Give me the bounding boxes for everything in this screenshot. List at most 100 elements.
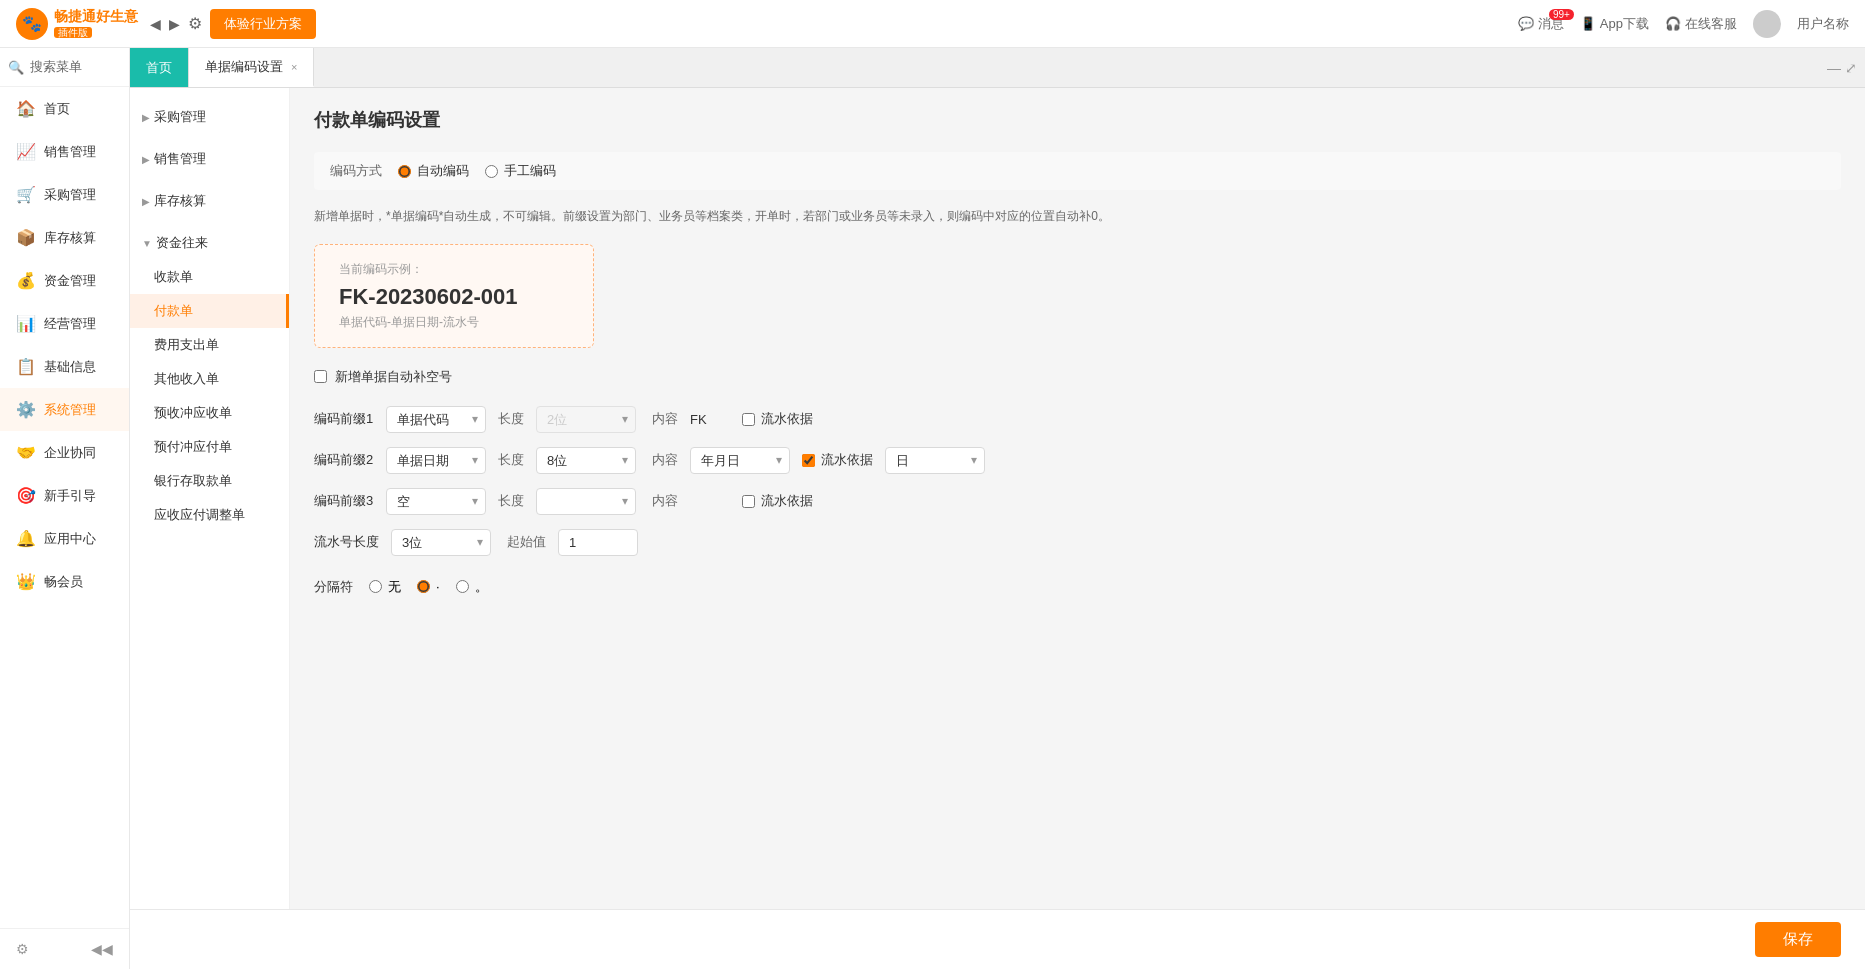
sidebar-item-label: 企业协同 [44,444,96,462]
minimize-icon[interactable]: — [1827,60,1841,76]
sub-nav-expense[interactable]: 费用支出单 [130,328,289,362]
sidebar-item-cooperation[interactable]: 🤝 企业协同 [0,431,129,474]
online-service-button[interactable]: 🎧 在线客服 [1665,15,1737,33]
sub-nav-payment[interactable]: 付款单 [130,294,289,328]
prefix1-serial-label: 流水依据 [761,410,813,428]
separator-none-option[interactable]: 无 [369,578,401,596]
encoding-prefix2-row: 编码前缀2 单据日期 长度 8位 内容 [314,447,1841,474]
sidebar-item-guide[interactable]: 🎯 新手引导 [0,474,129,517]
separator-period-label: 。 [475,578,488,596]
sidebar-item-apps[interactable]: 🔔 应用中心 [0,517,129,560]
sidebar-item-label: 库存核算 [44,229,96,247]
maximize-icon[interactable]: ⤢ [1845,60,1857,76]
sidebar-item-label: 首页 [44,100,70,118]
prefix3-serial-checkbox[interactable] [742,495,755,508]
sub-nav-bank-deposit[interactable]: 银行存取款单 [130,464,289,498]
prefix2-length-label: 长度 [498,451,524,469]
sidebar-item-finance[interactable]: 💰 资金管理 [0,259,129,302]
tab-encoding-settings[interactable]: 单据编码设置 × [189,48,314,87]
prefix2-content-select[interactable]: 年月日 [690,447,790,474]
apps-icon: 🔔 [16,529,36,548]
auto-fill-checkbox[interactable] [314,370,327,383]
prefix3-select[interactable]: 空 [386,488,486,515]
message-button[interactable]: 💬 消息 99+ [1518,15,1564,33]
chevron-down-icon: ▼ [142,238,152,249]
brand-text: 畅捷通好生意 插件版 [54,7,138,41]
start-value-input[interactable] [558,529,638,556]
sidebar-item-home[interactable]: 🏠 首页 [0,87,129,130]
separator-period-option[interactable]: 。 [456,578,488,596]
sub-nav-receipt[interactable]: 收款单 [130,260,289,294]
separator-label: 分隔符 [314,578,353,596]
settings-icon[interactable]: ⚙ [188,14,202,33]
sub-nav-sales[interactable]: ▶ 销售管理 [130,142,289,176]
auto-encoding-radio[interactable] [398,165,411,178]
prefix2-serial-label: 流水依据 [821,451,873,469]
headset-icon: 🎧 [1665,16,1681,31]
sub-nav-purchase[interactable]: ▶ 采购管理 [130,100,289,134]
sidebar-collapse-button[interactable]: ◀◀ [91,941,113,957]
tab-active-label: 单据编码设置 [205,58,283,76]
sidebar-item-system[interactable]: ⚙️ 系统管理 [0,388,129,431]
serial-number-row: 流水号长度 3位 起始值 [314,529,1841,556]
nav-back-button[interactable]: ◀ [150,16,161,32]
home-icon: 🏠 [16,99,36,118]
sidebar-item-basic[interactable]: 📋 基础信息 [0,345,129,388]
separator-none-radio[interactable] [369,580,382,593]
prefix3-length-select[interactable] [536,488,636,515]
encoding-prefix3-row: 编码前缀3 空 长度 内容 [314,488,1841,515]
separator-dot-option[interactable]: · [417,579,440,594]
sub-nav-prepay-receivable[interactable]: 预收冲应收单 [130,396,289,430]
prefix1-serial-checkbox[interactable] [742,413,755,426]
manual-encoding-radio[interactable] [485,165,498,178]
separator-dot-radio[interactable] [417,580,430,593]
auto-encoding-option[interactable]: 自动编码 [398,162,469,180]
prefix1-select-wrapper: 单据代码 [386,406,486,433]
save-button[interactable]: 保存 [1755,922,1841,957]
search-icon: 🔍 [8,60,24,75]
prefix2-length-select[interactable]: 8位 [536,447,636,474]
prefix2-extra-wrapper: 日 [885,447,985,474]
prefix2-select[interactable]: 单据日期 [386,447,486,474]
auto-encoding-label: 自动编码 [417,162,469,180]
sub-nav-inventory-label: 库存核算 [154,192,206,210]
avatar[interactable] [1753,10,1781,38]
cooperation-icon: 🤝 [16,443,36,462]
separator-period-radio[interactable] [456,580,469,593]
prefix1-length-select[interactable]: 2位 [536,406,636,433]
serial-length-select[interactable]: 3位 [391,529,491,556]
sub-nav-other-income[interactable]: 其他收入单 [130,362,289,396]
message-badge: 99+ [1549,9,1574,20]
sidebar-item-operation[interactable]: 📊 经营管理 [0,302,129,345]
app-download-button[interactable]: 📱 App下载 [1580,15,1649,33]
sub-nav-prepay-payable[interactable]: 预付冲应付单 [130,430,289,464]
app-download-icon: 📱 [1580,16,1596,31]
guide-icon: 🎯 [16,486,36,505]
manual-encoding-option[interactable]: 手工编码 [485,162,556,180]
inventory-icon: 📦 [16,228,36,247]
prefix1-select[interactable]: 单据代码 [386,406,486,433]
sub-nav-group-inventory: ▶ 库存核算 [130,180,289,222]
sidebar-search[interactable]: 🔍 搜索菜单 [0,48,129,87]
sidebar-item-label: 应用中心 [44,530,96,548]
nav-forward-button[interactable]: ▶ [169,16,180,32]
sidebar-item-label: 资金管理 [44,272,96,290]
sidebar-footer: ⚙ ◀◀ [0,928,129,969]
sidebar-item-member[interactable]: 👑 畅会员 [0,560,129,603]
trial-button[interactable]: 体验行业方案 [210,9,316,39]
separator-dot-label: · [436,579,440,594]
tab-home[interactable]: 首页 [130,48,189,87]
sidebar-settings-button[interactable]: ⚙ [16,941,29,957]
sub-nav-capital[interactable]: ▼ 资金往来 [130,226,289,260]
sub-nav-ar-ap-adjust[interactable]: 应收应付调整单 [130,498,289,532]
prefix2-extra-select[interactable]: 日 [885,447,985,474]
app-download-label: App下载 [1600,15,1649,33]
sidebar-item-inventory[interactable]: 📦 库存核算 [0,216,129,259]
purchase-icon: 🛒 [16,185,36,204]
sidebar-item-purchase[interactable]: 🛒 采购管理 [0,173,129,216]
sidebar-item-sales[interactable]: 📈 销售管理 [0,130,129,173]
prefix2-serial-checkbox[interactable] [802,454,815,467]
sub-nav-group-capital: ▼ 资金往来 收款单 付款单 费用支出单 其他收入单 [130,222,289,536]
sub-nav-inventory[interactable]: ▶ 库存核算 [130,184,289,218]
close-icon[interactable]: × [291,61,297,73]
